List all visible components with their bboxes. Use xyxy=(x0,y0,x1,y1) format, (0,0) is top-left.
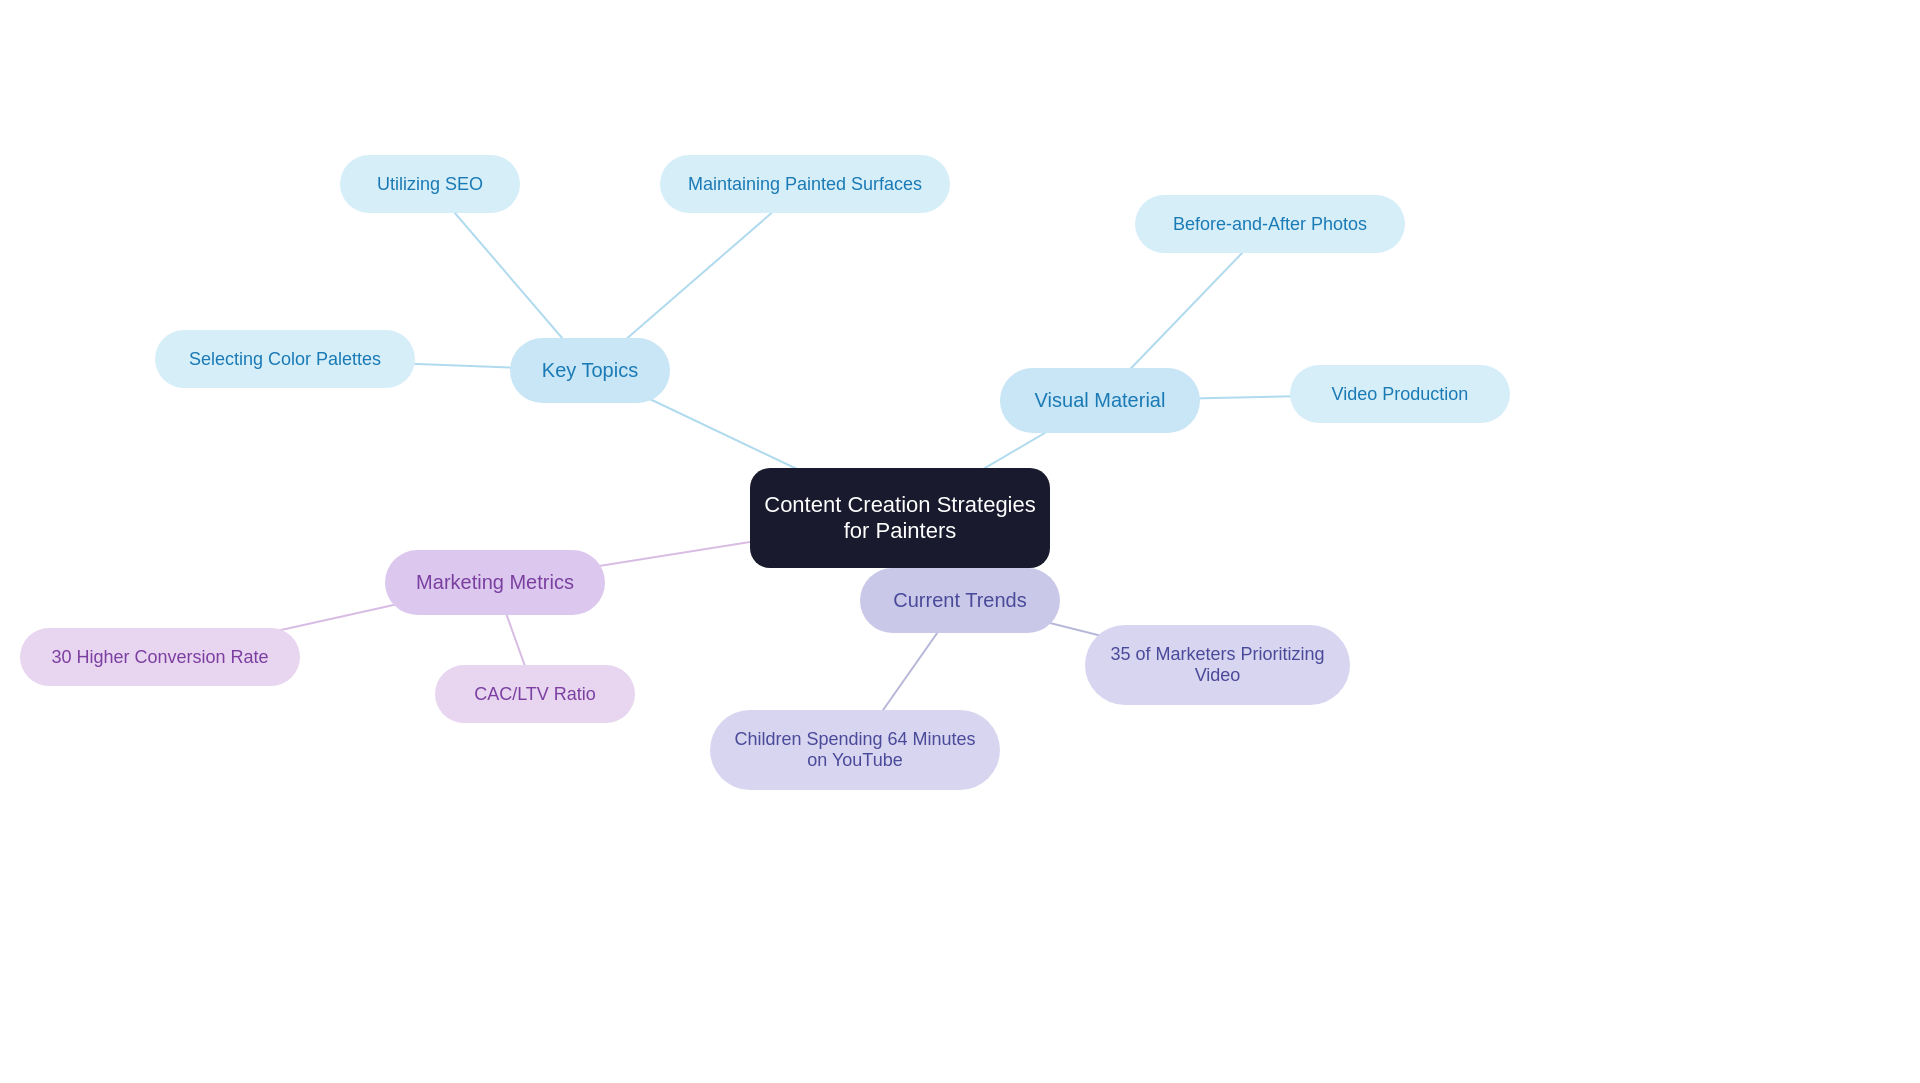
video-production-node: Video Production xyxy=(1290,365,1510,423)
marketing-metrics-node: Marketing Metrics xyxy=(385,550,605,615)
utilizing-seo-node: Utilizing SEO xyxy=(340,155,520,213)
higher-conversion-node: 30 Higher Conversion Rate xyxy=(20,628,300,686)
center-node: Content Creation Strategies for Painters xyxy=(750,468,1050,568)
maintaining-painted-node: Maintaining Painted Surfaces xyxy=(660,155,950,213)
cac-ltv-node: CAC/LTV Ratio xyxy=(435,665,635,723)
selecting-color-node: Selecting Color Palettes xyxy=(155,330,415,388)
children-youtube-node: Children Spending 64 Minutes on YouTube xyxy=(710,710,1000,790)
key-topics-node: Key Topics xyxy=(510,338,670,403)
visual-material-node: Visual Material xyxy=(1000,368,1200,433)
current-trends-node: Current Trends xyxy=(860,568,1060,633)
marketers-video-node: 35 of Marketers Prioritizing Video xyxy=(1085,625,1350,705)
before-after-node: Before-and-After Photos xyxy=(1135,195,1405,253)
